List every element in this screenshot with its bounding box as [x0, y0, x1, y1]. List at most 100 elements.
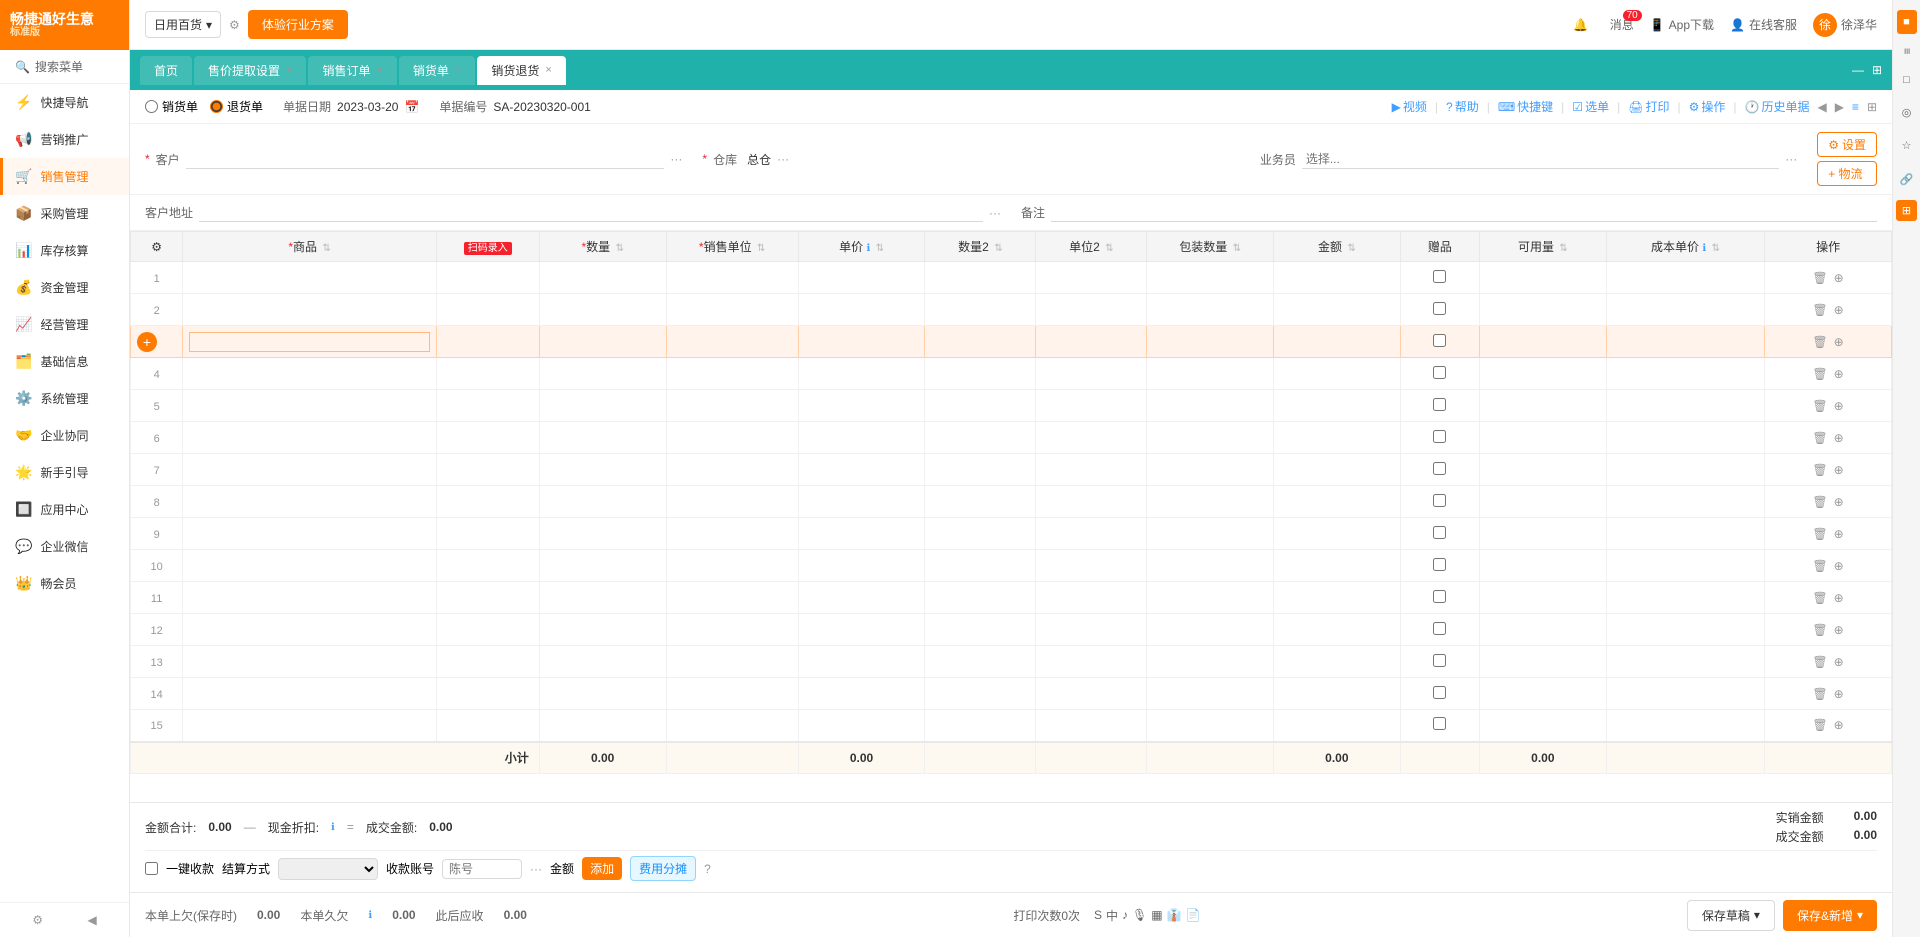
- warehouse-select-btn[interactable]: ···: [777, 152, 789, 166]
- row-price-cell[interactable]: [798, 294, 925, 326]
- calendar-icon[interactable]: 📅: [404, 100, 419, 114]
- delete-row-icon[interactable]: 🗑: [1812, 303, 1827, 317]
- row-cost-cell[interactable]: [1606, 646, 1764, 678]
- row-available-cell[interactable]: [1479, 518, 1606, 550]
- row-qty2-cell[interactable]: [925, 550, 1036, 582]
- action-video[interactable]: ▶ 视频: [1392, 98, 1427, 115]
- row-qty-cell[interactable]: [539, 550, 666, 582]
- one-click-pay-checkbox[interactable]: [145, 862, 158, 875]
- row-qty-cell[interactable]: [539, 390, 666, 422]
- row-unit-cell[interactable]: [666, 518, 798, 550]
- row-unit-cell[interactable]: [666, 614, 798, 646]
- gift-checkbox[interactable]: [1433, 430, 1446, 443]
- row-unit-cell[interactable]: [666, 390, 798, 422]
- sidebar-item-marketing[interactable]: 📢 营销推广: [0, 121, 129, 158]
- tab-price-settings-close[interactable]: ×: [286, 64, 292, 76]
- row-qty2-cell[interactable]: [925, 710, 1036, 742]
- row-available-cell[interactable]: [1479, 326, 1606, 358]
- split-help-icon[interactable]: ?: [704, 862, 711, 876]
- delete-row-icon[interactable]: 🗑: [1812, 591, 1827, 605]
- row-unit-cell[interactable]: [666, 326, 798, 358]
- customer-select-btn[interactable]: ···: [670, 152, 682, 166]
- unit-sort-icon[interactable]: ⇅: [757, 243, 765, 254]
- row-cost-cell[interactable]: [1606, 390, 1764, 422]
- tool-icon-3[interactable]: ♪: [1122, 908, 1128, 922]
- row-available-cell[interactable]: [1479, 710, 1606, 742]
- action-operate[interactable]: ⚙ 操作: [1689, 98, 1726, 115]
- row-product-cell[interactable]: [183, 646, 437, 678]
- row-cost-cell[interactable]: [1606, 486, 1764, 518]
- sidebar-item-app-center[interactable]: 🔲 应用中心: [0, 491, 129, 528]
- row-amount-cell[interactable]: [1273, 294, 1400, 326]
- row-amount-cell[interactable]: [1273, 326, 1400, 358]
- delete-row-icon[interactable]: 🗑: [1812, 495, 1827, 509]
- row-unit-cell[interactable]: [666, 358, 798, 390]
- row-pack-qty-cell[interactable]: [1147, 614, 1274, 646]
- row-cost-cell[interactable]: [1606, 550, 1764, 582]
- row-price-cell[interactable]: [798, 678, 925, 710]
- row-unit2-cell[interactable]: [1036, 326, 1147, 358]
- row-qty-cell[interactable]: [539, 486, 666, 518]
- save-draft-btn[interactable]: 保存草稿 ▾: [1687, 900, 1775, 931]
- row-qty2-cell[interactable]: [925, 390, 1036, 422]
- row-pack-qty-cell[interactable]: [1147, 646, 1274, 678]
- row-qty2-cell[interactable]: [925, 678, 1036, 710]
- row-price-cell[interactable]: [798, 710, 925, 742]
- row-qty2-cell[interactable]: [925, 646, 1036, 678]
- row-qty2-cell[interactable]: [925, 326, 1036, 358]
- row-pack-qty-cell[interactable]: [1147, 486, 1274, 518]
- single-owe-info-icon[interactable]: ℹ: [368, 910, 372, 921]
- row-qty-cell[interactable]: [539, 422, 666, 454]
- online-service-btn[interactable]: 👤 在线客服: [1730, 16, 1797, 33]
- row-pack-qty-cell[interactable]: [1147, 454, 1274, 486]
- row-price-cell[interactable]: [798, 454, 925, 486]
- cost-info-icon[interactable]: ℹ: [1702, 243, 1706, 254]
- row-unit2-cell[interactable]: [1036, 614, 1147, 646]
- row-qty-cell[interactable]: [539, 614, 666, 646]
- row-cost-cell[interactable]: [1606, 678, 1764, 710]
- row-price-cell[interactable]: [798, 614, 925, 646]
- sidebar-collapse-icon[interactable]: ◀: [88, 913, 97, 927]
- copy-row-icon[interactable]: ⊕: [1834, 527, 1844, 541]
- pack-sort-icon[interactable]: ⇅: [1233, 243, 1241, 254]
- gift-checkbox[interactable]: [1433, 462, 1446, 475]
- row-product-cell[interactable]: [183, 710, 437, 742]
- copy-row-icon[interactable]: ⊕: [1834, 655, 1844, 669]
- tool-icon-5[interactable]: ▦: [1151, 908, 1162, 922]
- row-cost-cell[interactable]: [1606, 358, 1764, 390]
- account-input[interactable]: [442, 859, 522, 879]
- row-available-cell[interactable]: [1479, 422, 1606, 454]
- gift-checkbox[interactable]: [1433, 366, 1446, 379]
- row-amount-cell[interactable]: [1273, 486, 1400, 518]
- copy-row-icon[interactable]: ⊕: [1834, 399, 1844, 413]
- row-price-cell[interactable]: [798, 646, 925, 678]
- nav-prev-icon[interactable]: ◀: [1817, 100, 1826, 114]
- row-amount-cell[interactable]: [1273, 454, 1400, 486]
- row-unit-cell[interactable]: [666, 582, 798, 614]
- copy-row-icon[interactable]: ⊕: [1834, 431, 1844, 445]
- row-product-cell[interactable]: [183, 614, 437, 646]
- row-product-cell[interactable]: [183, 518, 437, 550]
- tab-sales[interactable]: 销货单 ×: [399, 56, 475, 85]
- row-unit2-cell[interactable]: [1036, 582, 1147, 614]
- row-available-cell[interactable]: [1479, 262, 1606, 294]
- staff-input[interactable]: [1302, 150, 1779, 169]
- tool-icon-2[interactable]: 中: [1106, 907, 1118, 924]
- copy-row-icon[interactable]: ⊕: [1834, 591, 1844, 605]
- row-cost-cell[interactable]: [1606, 518, 1764, 550]
- row-price-cell[interactable]: [798, 518, 925, 550]
- copy-row-icon[interactable]: ⊕: [1834, 559, 1844, 573]
- sidebar-item-member[interactable]: 👑 畅会员: [0, 565, 129, 602]
- row-price-cell[interactable]: [798, 262, 925, 294]
- row-available-cell[interactable]: [1479, 486, 1606, 518]
- copy-row-icon[interactable]: ⊕: [1834, 303, 1844, 317]
- sidebar-item-enterprise[interactable]: 🤝 企业协同: [0, 417, 129, 454]
- view-grid-icon[interactable]: ⊞: [1867, 100, 1877, 114]
- row-pack-qty-cell[interactable]: [1147, 262, 1274, 294]
- sidebar-item-system[interactable]: ⚙️ 系统管理: [0, 380, 129, 417]
- row-price-cell[interactable]: [798, 550, 925, 582]
- sidebar-item-finance[interactable]: 💰 资金管理: [0, 269, 129, 306]
- radio-return-input[interactable]: [210, 100, 223, 113]
- save-new-btn[interactable]: 保存&新增 ▾: [1783, 900, 1877, 931]
- tab-sales-return[interactable]: 销货退货 ×: [477, 56, 565, 85]
